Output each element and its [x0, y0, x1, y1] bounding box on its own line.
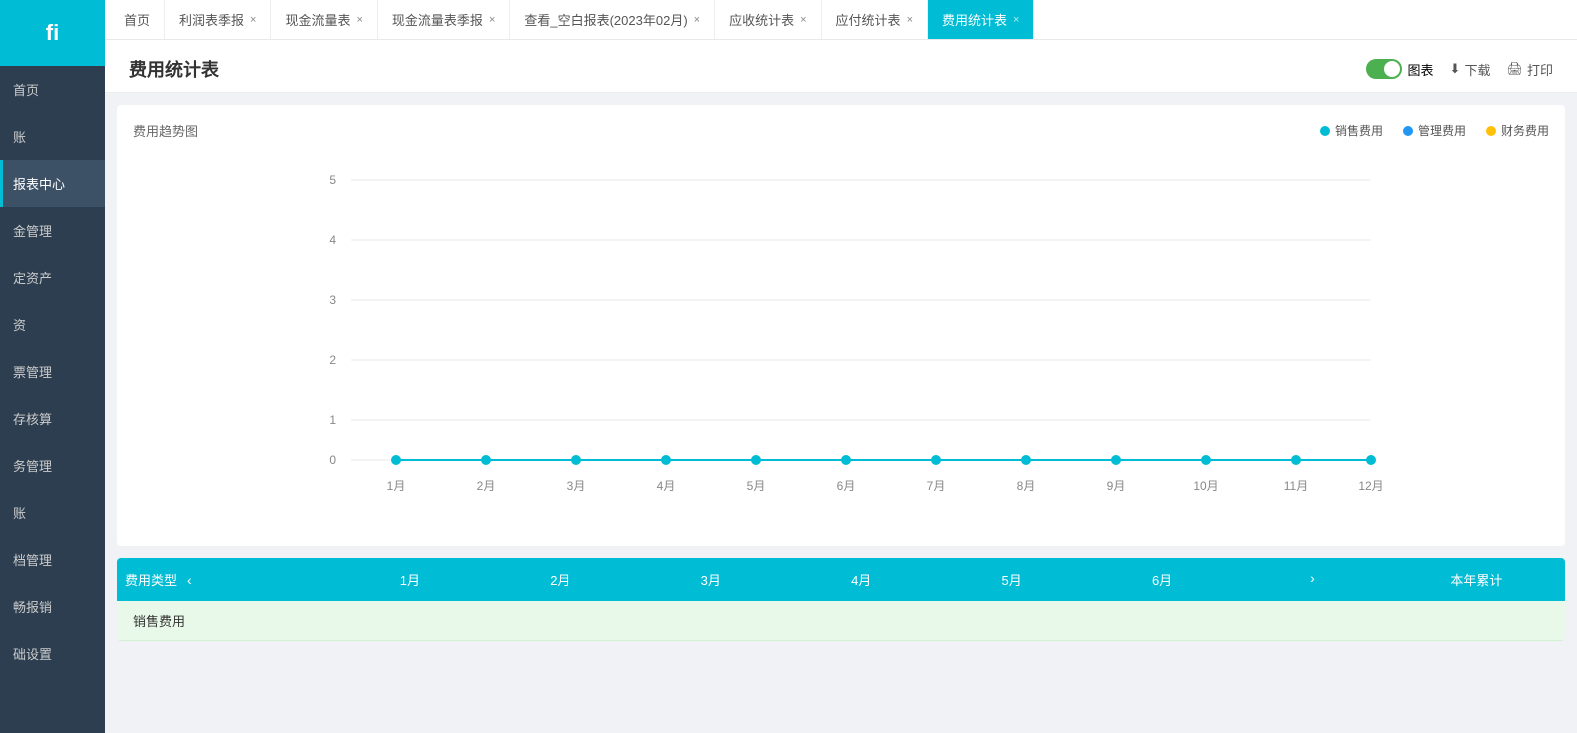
sidebar-item-settings[interactable]: 础设置 [0, 630, 105, 677]
tab-profit[interactable]: 利润表季报 × [165, 0, 271, 39]
chart-toggle[interactable] [1366, 59, 1402, 79]
svg-text:0: 0 [329, 453, 336, 467]
th-nav-next[interactable]: › [1237, 558, 1387, 601]
legend-dot-admin [1403, 126, 1413, 136]
svg-text:9月: 9月 [1107, 479, 1126, 493]
tab-close-payable[interactable]: × [907, 14, 913, 26]
svg-text:8月: 8月 [1017, 479, 1036, 493]
sidebar-item-finance[interactable]: 金管理 [0, 207, 105, 254]
tab-close-cashflow[interactable]: × [356, 14, 362, 26]
svg-text:6月: 6月 [837, 479, 856, 493]
data-table: 费用类型 ‹ 1月 2月 3月 4月 5月 6月 › 本年累计 销售费用 [117, 558, 1565, 641]
td-m5 [940, 601, 1090, 640]
svg-text:2月: 2月 [477, 479, 496, 493]
print-button[interactable]: 🖨 打印 [1506, 60, 1553, 79]
main-area: 首页 利润表季报 × 现金流量表 × 现金流量表季报 × 查看_空白报表(202… [105, 0, 1577, 733]
svg-text:1月: 1月 [387, 479, 406, 493]
table-header: 费用类型 ‹ 1月 2月 3月 4月 5月 6月 › 本年累计 [117, 558, 1565, 601]
page-title: 费用统计表 [129, 56, 219, 82]
table-row: 销售费用 [117, 601, 1565, 641]
sidebar-item-invoice[interactable]: 票管理 [0, 348, 105, 395]
legend-dot-financial [1486, 126, 1496, 136]
nav-prev[interactable]: ‹ [183, 572, 196, 588]
svg-text:5月: 5月 [747, 479, 766, 493]
tab-bar: 首页 利润表季报 × 现金流量表 × 现金流量表季报 × 查看_空白报表(202… [105, 0, 1577, 40]
page-header: 费用统计表 图表 ⬇ 下载 🖨 打印 [105, 40, 1577, 93]
th-year-total: 本年累计 [1388, 558, 1565, 601]
td-m6 [1089, 601, 1239, 640]
svg-text:11月: 11月 [1284, 479, 1308, 493]
legend-item-financial: 财务费用 [1486, 122, 1549, 139]
td-type: 销售费用 [117, 601, 341, 640]
chart-section: 费用趋势图 销售费用 管理费用 财务费用 [117, 105, 1565, 546]
sidebar-item-inventory[interactable]: 存核算 [0, 395, 105, 442]
sidebar-item-tasks[interactable]: 务管理 [0, 442, 105, 489]
sidebar-item-reports[interactable]: 报表中心 [0, 160, 105, 207]
tab-cashflow[interactable]: 现金流量表 × [271, 0, 377, 39]
svg-text:4: 4 [329, 233, 336, 247]
chart-header: 费用趋势图 销售费用 管理费用 财务费用 [133, 121, 1549, 140]
nav-next-arrow[interactable]: › [1306, 570, 1319, 586]
chart-title: 费用趋势图 [133, 121, 198, 140]
svg-text:1: 1 [329, 413, 336, 427]
chart-canvas: 5 4 3 2 1 0 [133, 150, 1549, 530]
chart-legend: 销售费用 管理费用 财务费用 [1320, 122, 1549, 139]
tab-receivable[interactable]: 应收统计表 × [715, 0, 821, 39]
th-type: 费用类型 ‹ [117, 558, 335, 601]
td-m2 [491, 601, 641, 640]
tab-blank-report[interactable]: 查看_空白报表(2023年02月) × [510, 0, 715, 39]
download-button[interactable]: ⬇ 下载 [1450, 60, 1491, 79]
chart-toggle-wrap: 图表 [1366, 59, 1434, 79]
tab-close-receivable[interactable]: × [800, 14, 806, 26]
tab-cashflow-q[interactable]: 现金流量表季报 × [378, 0, 510, 39]
svg-text:5: 5 [329, 173, 336, 187]
tab-expense-stats[interactable]: 费用统计表 × [928, 0, 1034, 39]
td-year-total [1389, 601, 1565, 640]
svg-text:2: 2 [329, 353, 336, 367]
svg-text:3月: 3月 [567, 479, 586, 493]
td-m4 [790, 601, 940, 640]
sidebar-item-expense[interactable]: 畅报销 [0, 583, 105, 630]
svg-text:4月: 4月 [657, 479, 676, 493]
td-nav-spacer [1239, 601, 1389, 640]
download-icon: ⬇ [1450, 61, 1461, 77]
td-m1 [341, 601, 491, 640]
sidebar-item-assets[interactable]: 定资产 [0, 254, 105, 301]
th-month-6: 6月 [1087, 558, 1237, 601]
legend-item-sales: 销售费用 [1320, 122, 1383, 139]
th-month-3: 3月 [636, 558, 786, 601]
sidebar-item-archive[interactable]: 档管理 [0, 536, 105, 583]
tab-close-cashflow-q[interactable]: × [489, 14, 495, 26]
header-actions: 图表 ⬇ 下载 🖨 打印 [1366, 59, 1553, 79]
svg-text:3: 3 [329, 293, 336, 307]
chart-toggle-label: 图表 [1408, 60, 1434, 79]
logo: fi [0, 0, 105, 66]
svg-text:10月: 10月 [1193, 479, 1218, 493]
svg-text:12月: 12月 [1358, 479, 1383, 493]
sidebar: fi 首页 账 报表中心 金管理 定资产 资 票管理 存核算 务管理 账 档管理… [0, 0, 105, 733]
td-m3 [641, 601, 791, 640]
content-area: 费用统计表 图表 ⬇ 下载 🖨 打印 费用趋势图 [105, 40, 1577, 733]
tab-close-expense-stats[interactable]: × [1013, 14, 1019, 26]
print-icon: 🖨 [1506, 61, 1523, 77]
legend-dot-sales [1320, 126, 1330, 136]
tab-close-profit[interactable]: × [250, 14, 256, 26]
th-month-2: 2月 [485, 558, 635, 601]
th-month-1: 1月 [335, 558, 485, 601]
sidebar-item-capital[interactable]: 资 [0, 301, 105, 348]
tab-payable[interactable]: 应付统计表 × [822, 0, 928, 39]
svg-text:7月: 7月 [927, 479, 946, 493]
legend-item-admin: 管理费用 [1403, 122, 1466, 139]
tab-home[interactable]: 首页 [110, 0, 165, 39]
th-month-4: 4月 [786, 558, 936, 601]
tab-close-blank-report[interactable]: × [694, 14, 700, 26]
sidebar-item-account[interactable]: 账 [0, 113, 105, 160]
th-month-5: 5月 [936, 558, 1086, 601]
sidebar-item-home[interactable]: 首页 [0, 66, 105, 113]
sidebar-item-ledger[interactable]: 账 [0, 489, 105, 536]
